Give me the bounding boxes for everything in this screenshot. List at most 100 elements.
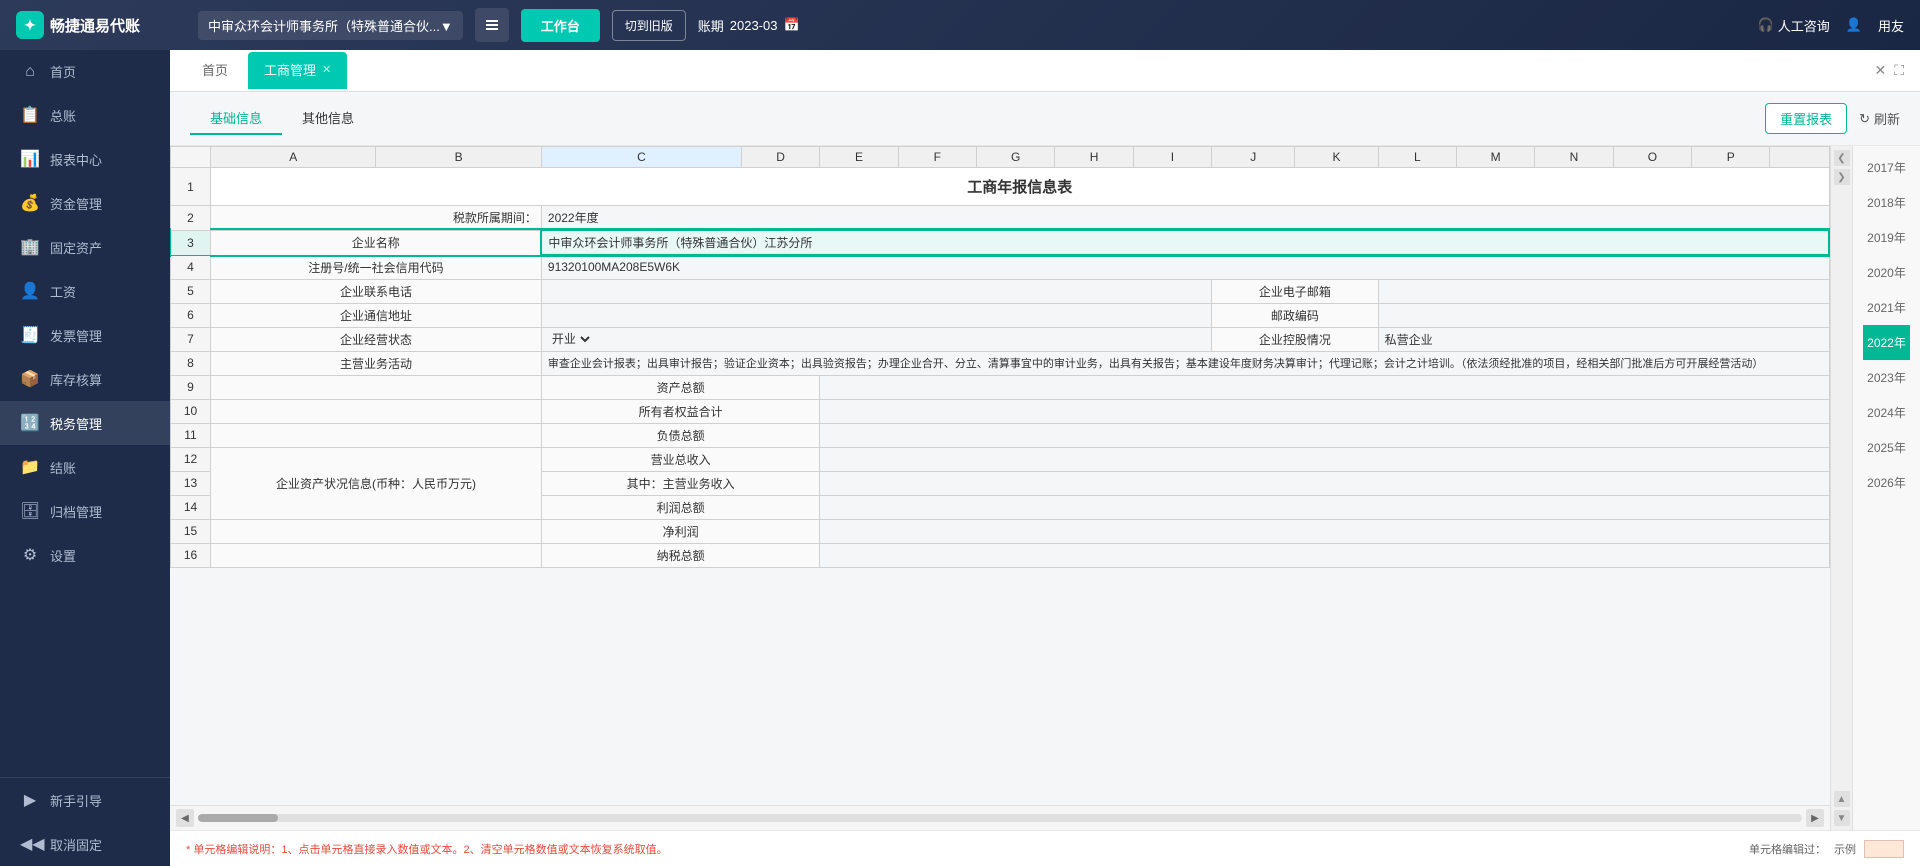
year-item-2025[interactable]: 2025年 — [1863, 430, 1910, 465]
year-item-2022[interactable]: 2022年 — [1863, 325, 1910, 360]
scroll-track[interactable] — [198, 814, 1802, 822]
sidebar-label-inventory: 库存核算 — [50, 370, 102, 389]
tab-close-icon[interactable]: ✕ — [322, 63, 331, 76]
close-panel-btn[interactable]: ✕ — [1874, 62, 1886, 79]
table-row: 16 纳税总额 — [171, 543, 1830, 567]
net-profit-value[interactable] — [820, 519, 1829, 543]
scroll-thumb[interactable] — [198, 814, 278, 822]
total-profit-value[interactable] — [820, 495, 1829, 519]
sidebar-label-assets: 固定资产 — [50, 238, 102, 257]
company-icon-btn[interactable] — [475, 8, 509, 42]
sidebar-item-assets[interactable]: 🏢 固定资产 — [0, 225, 170, 269]
sidebar-item-salary[interactable]: 👤 工资 — [0, 269, 170, 313]
refresh-icon: ↻ — [1859, 111, 1870, 127]
col-header-k: K — [1295, 147, 1378, 168]
year-item-2020[interactable]: 2020年 — [1863, 255, 1910, 290]
holding-value[interactable]: 私营企业 — [1378, 327, 1829, 351]
address-value[interactable] — [541, 303, 1211, 327]
close-icon: 📁 — [20, 457, 40, 477]
year-scroll-down-btn[interactable]: ▼ — [1834, 810, 1850, 826]
row-num-14: 14 — [171, 495, 211, 519]
year-item-2019[interactable]: 2019年 — [1863, 220, 1910, 255]
toolbar-right: 重置报表 ↻ 刷新 — [1765, 103, 1900, 134]
total-assets-value[interactable] — [820, 375, 1829, 399]
debt-group-label-11 — [211, 423, 542, 447]
total-revenue-value[interactable] — [820, 447, 1829, 471]
sidebar-item-guide[interactable]: ▶ 新手引导 — [0, 778, 170, 822]
reg-code-value[interactable]: 91320100MA208E5W6K — [541, 255, 1829, 279]
tab-home[interactable]: 首页 — [186, 52, 244, 89]
tabbar: 首页 工商管理 ✕ ✕ ⛶ — [170, 50, 1920, 92]
collapse-left-btn[interactable]: ❮ — [1834, 150, 1850, 166]
switch-version-button[interactable]: 切到旧版 — [612, 10, 686, 41]
year-item-2024[interactable]: 2024年 — [1863, 395, 1910, 430]
total-tax-value[interactable] — [820, 543, 1829, 567]
sidebar-item-tax[interactable]: 🔢 税务管理 — [0, 401, 170, 445]
company-selector[interactable]: 中审众环会计师事务所（特殊普通合伙...▼ — [198, 11, 463, 40]
year-item-2021[interactable]: 2021年 — [1863, 290, 1910, 325]
sidebar-item-home[interactable]: ⌂ 首页 — [0, 50, 170, 93]
horizontal-scrollbar[interactable]: ◀ ▶ — [170, 805, 1830, 830]
tab-business[interactable]: 工商管理 ✕ — [248, 52, 347, 89]
email-value[interactable] — [1378, 279, 1829, 303]
row-num-16: 16 — [171, 543, 211, 567]
main-biz-label: 主营业务活动 — [211, 351, 542, 375]
app-name: 畅捷通易代账 — [50, 15, 140, 36]
main-layout: ⌂ 首页 📋 总账 📊 报表中心 💰 资金管理 🏢 固定资产 👤 工资 🧾 发票… — [0, 50, 1920, 866]
table-row: 3 企业名称 中审众环会计师事务所（特殊普通合伙）江苏分所 — [171, 230, 1830, 255]
sidebar-item-inventory[interactable]: 📦 库存核算 — [0, 357, 170, 401]
topbar: ✦ 畅捷通易代账 中审众环会计师事务所（特殊普通合伙...▼ 工作台 切到旧版 … — [0, 0, 1920, 50]
year-item-2018[interactable]: 2018年 — [1863, 185, 1910, 220]
sidebar-label-finance: 资金管理 — [50, 194, 102, 213]
col-header-o: O — [1613, 147, 1691, 168]
table-row: 2 税款所属期间： 2022年度 — [171, 206, 1830, 231]
service-button[interactable]: 🎧 人工咨询 — [1758, 16, 1830, 35]
year-item-2026[interactable]: 2026年 — [1863, 465, 1910, 500]
finance-icon: 💰 — [20, 193, 40, 213]
main-biz-value[interactable]: 审查企业会计报表；出具审计报告；验证企业资本；出具验资报告；办理企业合开、分立、… — [541, 351, 1829, 375]
main-revenue-value[interactable] — [820, 471, 1829, 495]
home-icon: ⌂ — [20, 63, 40, 81]
sub-tab-other-label: 其他信息 — [302, 111, 354, 126]
scroll-left-btn[interactable]: ◀ — [176, 809, 194, 827]
sub-tab-basic[interactable]: 基础信息 — [190, 102, 282, 135]
app-logo: ✦ 畅捷通易代账 — [16, 11, 186, 39]
sidebar-item-invoice[interactable]: 🧾 发票管理 — [0, 313, 170, 357]
calendar-icon[interactable]: 📅 — [783, 17, 799, 33]
table-row: 12 企业资产状况信息(币种：人民币万元) 营业总收入 — [171, 447, 1830, 471]
col-header-m: M — [1456, 147, 1534, 168]
biz-status-value[interactable]: 开业 — [541, 327, 1211, 351]
sidebar-item-reports[interactable]: 📊 报表中心 — [0, 137, 170, 181]
biz-status-select[interactable]: 开业 — [548, 331, 593, 347]
sidebar-item-settings[interactable]: ⚙ 设置 — [0, 533, 170, 577]
sidebar-item-ledger[interactable]: 📋 总账 — [0, 93, 170, 137]
table-row: 10 所有者权益合计 — [171, 399, 1830, 423]
year-item-2023[interactable]: 2023年 — [1863, 360, 1910, 395]
total-debt-value[interactable] — [820, 423, 1829, 447]
sub-tab-other[interactable]: 其他信息 — [282, 102, 374, 135]
table-row: 4 注册号/统一社会信用代码 91320100MA208E5W6K — [171, 255, 1830, 279]
row-num-7: 7 — [171, 327, 211, 351]
table-row: 7 企业经营状态 开业 企业控股情况 私营企业 — [171, 327, 1830, 351]
sidebar-item-unpin[interactable]: ◀◀ 取消固定 — [0, 822, 170, 866]
edit-hint: * 单元格编辑说明：1、点击单元格直接录入数值或文本。2、清空单元格数值或文本恢… — [186, 841, 668, 857]
sidebar-item-archive[interactable]: 🗄 归档管理 — [0, 489, 170, 533]
sidebar-item-finance[interactable]: 💰 资金管理 — [0, 181, 170, 225]
phone-value[interactable] — [541, 279, 1211, 303]
year-item-2017[interactable]: 2017年 — [1863, 150, 1910, 185]
equity-value[interactable] — [820, 399, 1829, 423]
zipcode-value[interactable] — [1378, 303, 1829, 327]
scroll-right-btn[interactable]: ▶ — [1806, 809, 1824, 827]
company-name-value[interactable]: 中审众环会计师事务所（特殊普通合伙）江苏分所 — [541, 230, 1829, 255]
sidebar-item-close[interactable]: 📁 结账 — [0, 445, 170, 489]
workbench-button[interactable]: 工作台 — [521, 9, 600, 42]
year-scroll-up-btn[interactable]: ▲ — [1834, 791, 1850, 807]
row-num-13: 13 — [171, 471, 211, 495]
expand-panel-btn[interactable]: ⛶ — [1894, 62, 1904, 79]
spreadsheet-inner[interactable]: A B C D E F G H I J — [170, 146, 1830, 805]
reset-report-button[interactable]: 重置报表 — [1765, 103, 1847, 134]
expand-right-btn[interactable]: ❯ — [1834, 169, 1850, 185]
refresh-button[interactable]: ↻ 刷新 — [1859, 109, 1900, 128]
col-header-i: I — [1133, 147, 1211, 168]
tax-period-value[interactable]: 2022年度 — [541, 206, 1829, 231]
